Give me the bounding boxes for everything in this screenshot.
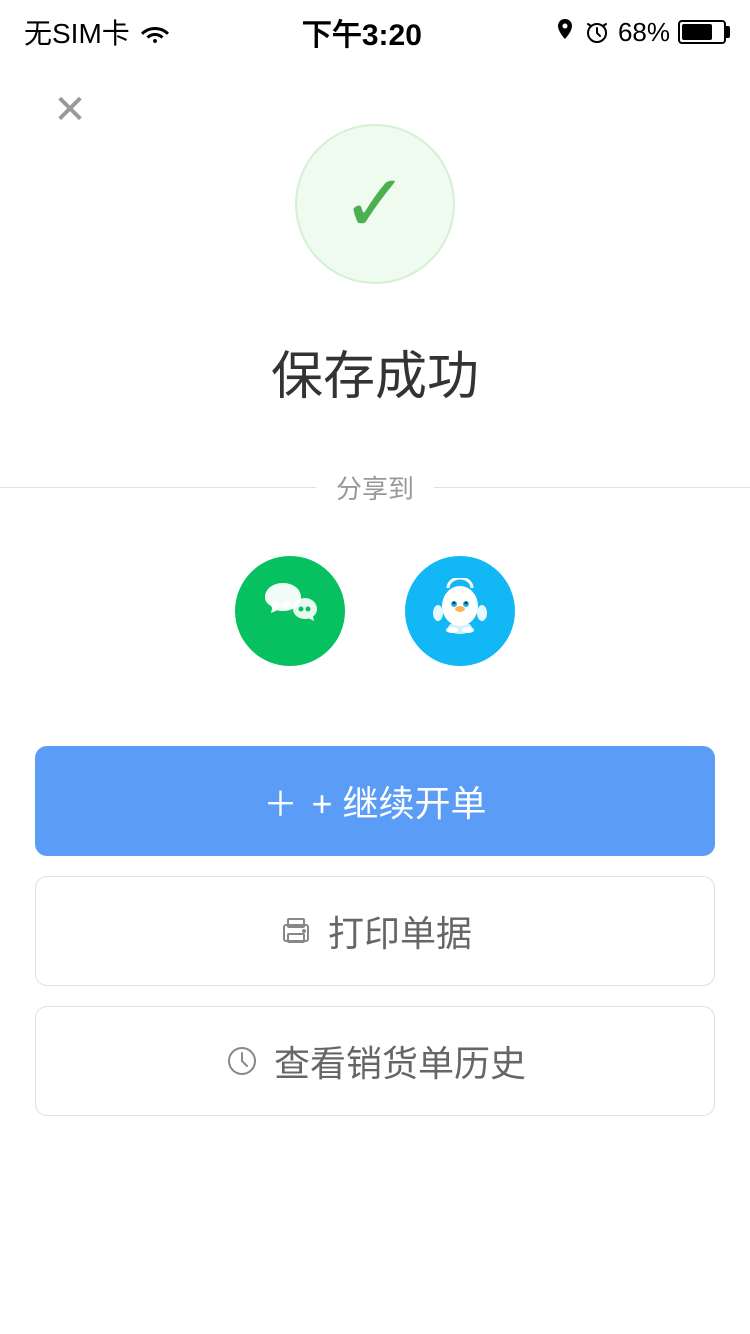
battery-icon xyxy=(678,20,726,44)
continue-button[interactable]: ＋ + 继续开单 xyxy=(35,746,715,856)
carrier-text: 无SIM卡 xyxy=(24,12,130,52)
status-bar-left: 无SIM卡 xyxy=(24,12,170,52)
success-circle: ✓ xyxy=(295,124,455,284)
battery-percentage: 68% xyxy=(618,17,670,48)
wechat-icon xyxy=(257,583,323,639)
action-buttons: ＋ + 继续开单 打印单据 查看销货单历史 xyxy=(35,746,715,1116)
share-icons xyxy=(235,556,515,666)
status-bar: 无SIM卡 下午3:20 68% xyxy=(0,0,750,64)
wifi-icon xyxy=(140,21,170,43)
main-content: ✓ 保存成功 分享到 xyxy=(0,64,750,1116)
qq-share-button[interactable] xyxy=(405,556,515,666)
history-button[interactable]: 查看销货单历史 xyxy=(35,1006,715,1116)
print-button-label: 打印单据 xyxy=(328,905,472,957)
plus-icon: ＋ xyxy=(263,777,297,826)
history-icon xyxy=(224,1043,260,1079)
checkmark-icon: ✓ xyxy=(341,164,408,244)
status-bar-time: 下午3:20 xyxy=(302,10,422,54)
wechat-share-button[interactable] xyxy=(235,556,345,666)
status-bar-right: 68% xyxy=(554,17,726,48)
print-button[interactable]: 打印单据 xyxy=(35,876,715,986)
qq-icon xyxy=(430,578,490,644)
history-button-label: 查看销货单历史 xyxy=(274,1035,526,1087)
location-icon xyxy=(554,19,576,45)
continue-button-label: + 继续开单 xyxy=(311,775,486,827)
success-title: 保存成功 xyxy=(271,334,479,409)
printer-icon xyxy=(278,913,314,949)
share-label: 分享到 xyxy=(316,469,434,506)
alarm-icon xyxy=(584,19,610,45)
share-section: 分享到 xyxy=(0,469,750,506)
close-icon: ✕ xyxy=(53,90,87,130)
close-button[interactable]: ✕ xyxy=(40,80,100,140)
